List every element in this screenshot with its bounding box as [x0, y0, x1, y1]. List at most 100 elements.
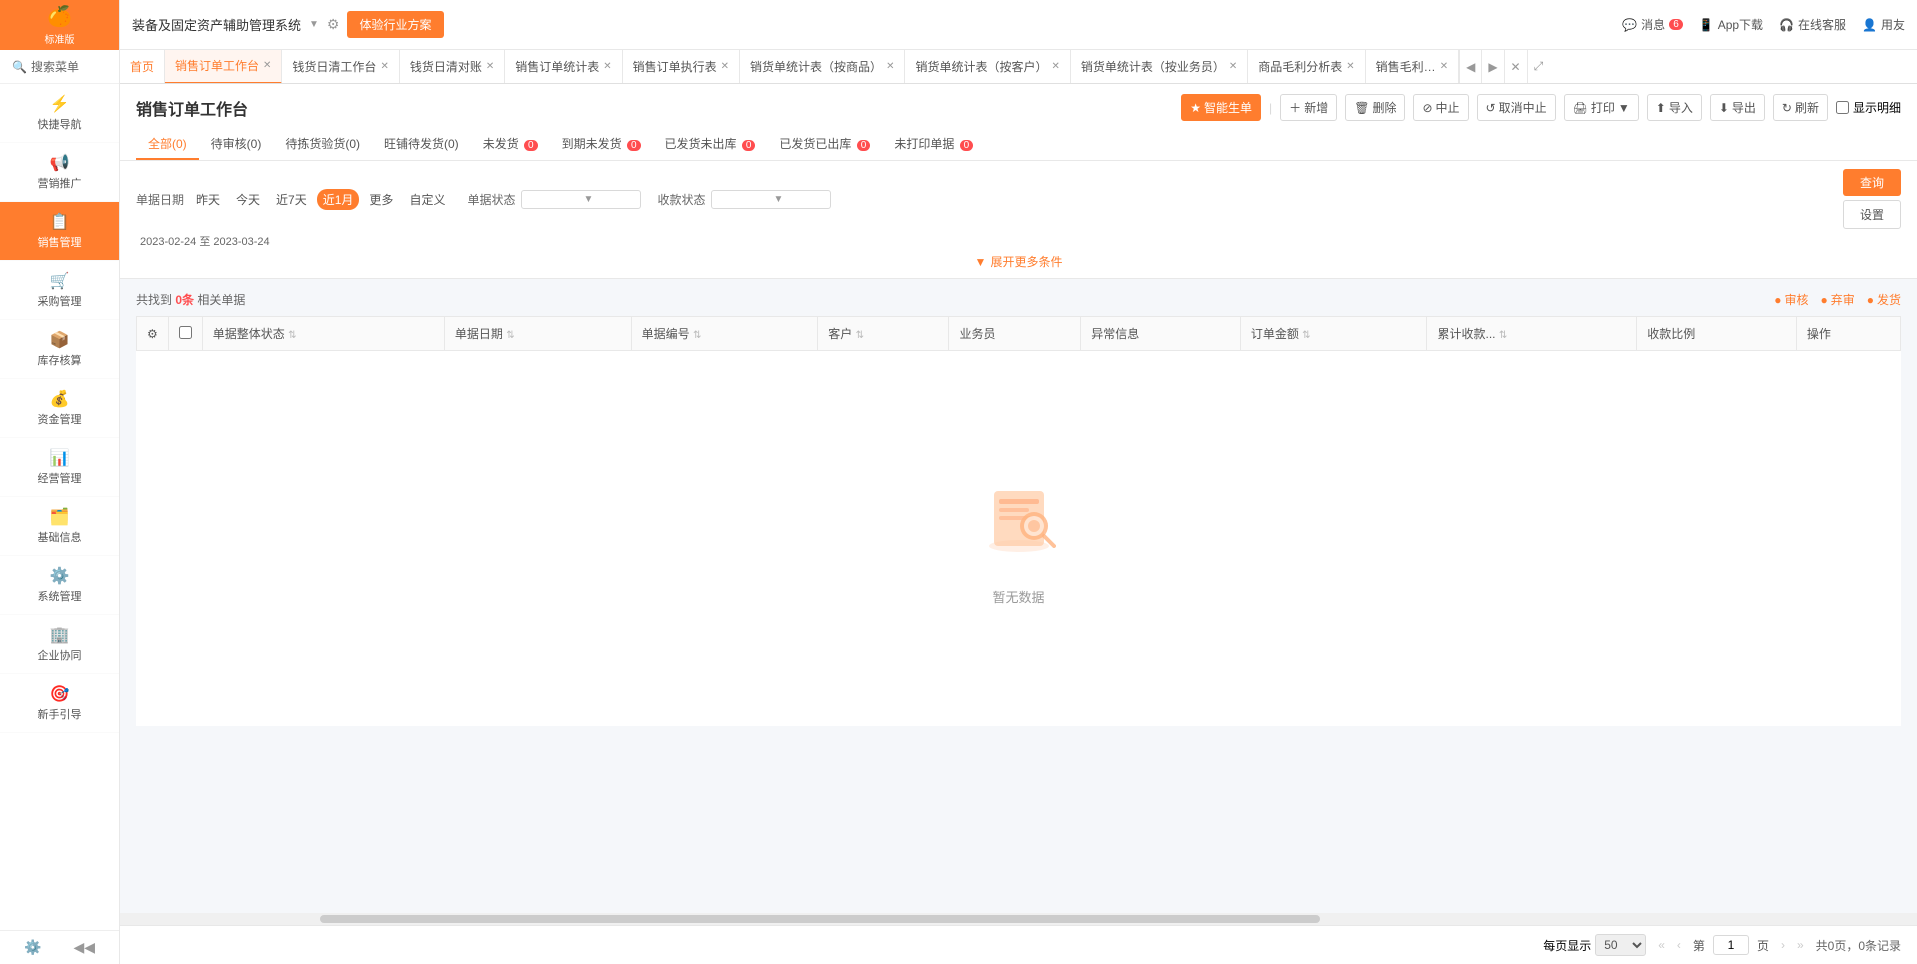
- sidebar-item-purchase[interactable]: 🛒 采购管理: [0, 261, 119, 320]
- delete-btn[interactable]: 🗑 删除: [1345, 94, 1405, 121]
- expand-more-btn[interactable]: ▼ 展开更多条件: [136, 253, 1901, 270]
- next-page-btn[interactable]: ›: [1777, 936, 1789, 954]
- select-all-checkbox[interactable]: [179, 326, 192, 339]
- tab-close-icon[interactable]: ✕: [380, 61, 388, 72]
- settings-icon[interactable]: ⚙️: [24, 939, 41, 956]
- sort-icon[interactable]: ⇅: [506, 330, 514, 341]
- subtab-overdue-ship[interactable]: 到期未发货 0: [550, 129, 653, 160]
- status-filter-label: 单据状态: [467, 191, 515, 208]
- tab-close-icon[interactable]: ✕: [1051, 61, 1059, 72]
- show-detail-label[interactable]: 显示明细: [1836, 99, 1901, 116]
- tab-close-icon[interactable]: ✕: [486, 61, 494, 72]
- subtab-shipped-not-out[interactable]: 已发货未出库 0: [653, 129, 768, 160]
- tab-prev-btn[interactable]: ◀: [1459, 50, 1481, 84]
- tab-sales-stats[interactable]: 销售订单统计表 ✕: [505, 50, 622, 84]
- tab-sales-order[interactable]: 销售订单工作台 ✕: [165, 50, 282, 84]
- payment-select[interactable]: ▼: [711, 190, 831, 209]
- user-item[interactable]: 👤 用友: [1862, 16, 1905, 33]
- sort-icon[interactable]: ⇅: [856, 330, 864, 341]
- tab-reconciliation[interactable]: 钱货日清对账 ✕: [400, 50, 505, 84]
- tab-daily-clear[interactable]: 钱货日清工作台 ✕: [282, 50, 399, 84]
- message-item[interactable]: 💬 消息 6: [1622, 16, 1683, 33]
- sidebar-item-label: 经营管理: [38, 470, 82, 486]
- page-input[interactable]: [1713, 935, 1749, 955]
- tab-sales-execute[interactable]: 销售订单执行表 ✕: [623, 50, 740, 84]
- online-service-item[interactable]: 🎧 在线客服: [1779, 16, 1846, 33]
- sidebar-item-newbie[interactable]: 🎯 新手引导: [0, 674, 119, 733]
- subtab-wangpu-ship[interactable]: 旺铺待发货(0): [372, 129, 471, 160]
- smart-btn[interactable]: ★ 智能生单: [1181, 94, 1261, 121]
- date-opt-yesterday[interactable]: 昨天: [190, 189, 226, 210]
- app-download-item[interactable]: 📱 App下载: [1699, 16, 1763, 33]
- prev-page-btn[interactable]: ‹: [1673, 936, 1685, 954]
- tab-profit-analysis[interactable]: 商品毛利分析表 ✕: [1248, 50, 1365, 84]
- sidebar-item-finance[interactable]: 💰 资金管理: [0, 379, 119, 438]
- tab-close-icon[interactable]: ✕: [1346, 61, 1354, 72]
- sidebar-search[interactable]: 🔍 搜索菜单: [0, 50, 119, 84]
- status-select[interactable]: ▼: [521, 190, 641, 209]
- set-btn[interactable]: 设置: [1843, 200, 1901, 229]
- subtab-all[interactable]: 全部(0): [136, 129, 199, 160]
- stop-btn[interactable]: ⊘ 中止: [1413, 94, 1468, 121]
- tab-sales-profit[interactable]: 销售毛利… ✕: [1366, 50, 1459, 84]
- sidebar-item-enterprise[interactable]: 🏢 企业协同: [0, 615, 119, 674]
- reject-action-btn[interactable]: ● 弃审: [1820, 291, 1854, 308]
- tab-close-all-btn[interactable]: ✕: [1504, 50, 1527, 84]
- page-size-dropdown[interactable]: 10 20 50 100: [1595, 934, 1646, 956]
- ship-action-btn[interactable]: ● 发货: [1867, 291, 1901, 308]
- audit-action-btn[interactable]: ● 审核: [1774, 291, 1808, 308]
- sidebar-item-inventory[interactable]: 📦 库存核算: [0, 320, 119, 379]
- checkbox-col-header[interactable]: [168, 317, 202, 351]
- subtab-pending-audit[interactable]: 待审核(0): [199, 129, 274, 160]
- sidebar-item-basic[interactable]: 🗂️ 基础信息: [0, 497, 119, 556]
- tab-close-icon[interactable]: ✕: [721, 61, 729, 72]
- date-opt-1month[interactable]: 近1月: [317, 189, 360, 210]
- sidebar-item-marketing[interactable]: 📢 营销推广: [0, 143, 119, 202]
- subtab-unshipped[interactable]: 未发货 0: [471, 129, 550, 160]
- scroll-thumb[interactable]: [320, 915, 1320, 923]
- topbar-settings-icon[interactable]: ⚙: [327, 16, 340, 33]
- cancel-stop-btn[interactable]: ↺ 取消中止: [1477, 94, 1556, 121]
- sort-icon[interactable]: ⇅: [1499, 330, 1507, 341]
- tab-goods-stats-product[interactable]: 销货单统计表（按商品） ✕: [740, 50, 905, 84]
- topbar-dropdown-arrow[interactable]: ▼: [309, 19, 319, 30]
- date-opt-7days[interactable]: 近7天: [270, 189, 313, 210]
- first-page-btn[interactable]: «: [1654, 936, 1669, 954]
- tab-close-icon[interactable]: ✕: [886, 61, 894, 72]
- sort-icon[interactable]: ⇅: [1302, 330, 1310, 341]
- tab-close-icon[interactable]: ✕: [1440, 61, 1448, 72]
- last-page-btn[interactable]: »: [1793, 936, 1808, 954]
- add-btn[interactable]: ＋ 新增: [1280, 94, 1337, 121]
- experience-btn[interactable]: 体验行业方案: [347, 11, 443, 38]
- tab-goods-stats-staff[interactable]: 销货单统计表（按业务员） ✕: [1071, 50, 1248, 84]
- show-detail-checkbox[interactable]: [1836, 101, 1849, 114]
- tab-close-icon[interactable]: ✕: [1229, 61, 1237, 72]
- subtab-shipped-out[interactable]: 已发货已出库 0: [767, 129, 882, 160]
- sidebar-item-label: 新手引导: [38, 706, 82, 722]
- tab-close-icon[interactable]: ✕: [603, 61, 611, 72]
- subtab-unprinted[interactable]: 未打印单据 0: [882, 129, 985, 160]
- import-btn[interactable]: ⬆ 导入: [1647, 94, 1702, 121]
- tab-close-icon[interactable]: ✕: [263, 60, 271, 71]
- query-btn[interactable]: 查询: [1843, 169, 1901, 196]
- sidebar-item-quick-nav[interactable]: ⚡ 快捷导航: [0, 84, 119, 143]
- tab-home[interactable]: 首页: [120, 50, 165, 84]
- date-opt-custom[interactable]: 自定义: [403, 189, 451, 210]
- horizontal-scrollbar[interactable]: [120, 913, 1917, 925]
- date-opt-more[interactable]: 更多: [363, 189, 399, 210]
- sidebar-item-sales[interactable]: 📋 销售管理: [0, 202, 119, 261]
- sort-icon[interactable]: ⇅: [693, 330, 701, 341]
- export-btn[interactable]: ⬇ 导出: [1710, 94, 1765, 121]
- tab-next-btn[interactable]: ▶: [1481, 50, 1503, 84]
- date-opt-today[interactable]: 今天: [230, 189, 266, 210]
- settings-col-header[interactable]: ⚙: [137, 317, 169, 351]
- print-btn[interactable]: 🖨 打印 ▼: [1564, 94, 1639, 121]
- tab-expand-btn[interactable]: ⤢: [1527, 50, 1550, 84]
- tab-goods-stats-customer[interactable]: 销货单统计表（按客户） ✕: [905, 50, 1070, 84]
- refresh-btn[interactable]: ↻ 刷新: [1773, 94, 1828, 121]
- sidebar-item-system[interactable]: ⚙️ 系统管理: [0, 556, 119, 615]
- sort-icon[interactable]: ⇅: [288, 330, 296, 341]
- sidebar-item-operations[interactable]: 📊 经营管理: [0, 438, 119, 497]
- collapse-icon[interactable]: ◀◀: [73, 939, 95, 956]
- subtab-pending-pick[interactable]: 待拣货验货(0): [273, 129, 372, 160]
